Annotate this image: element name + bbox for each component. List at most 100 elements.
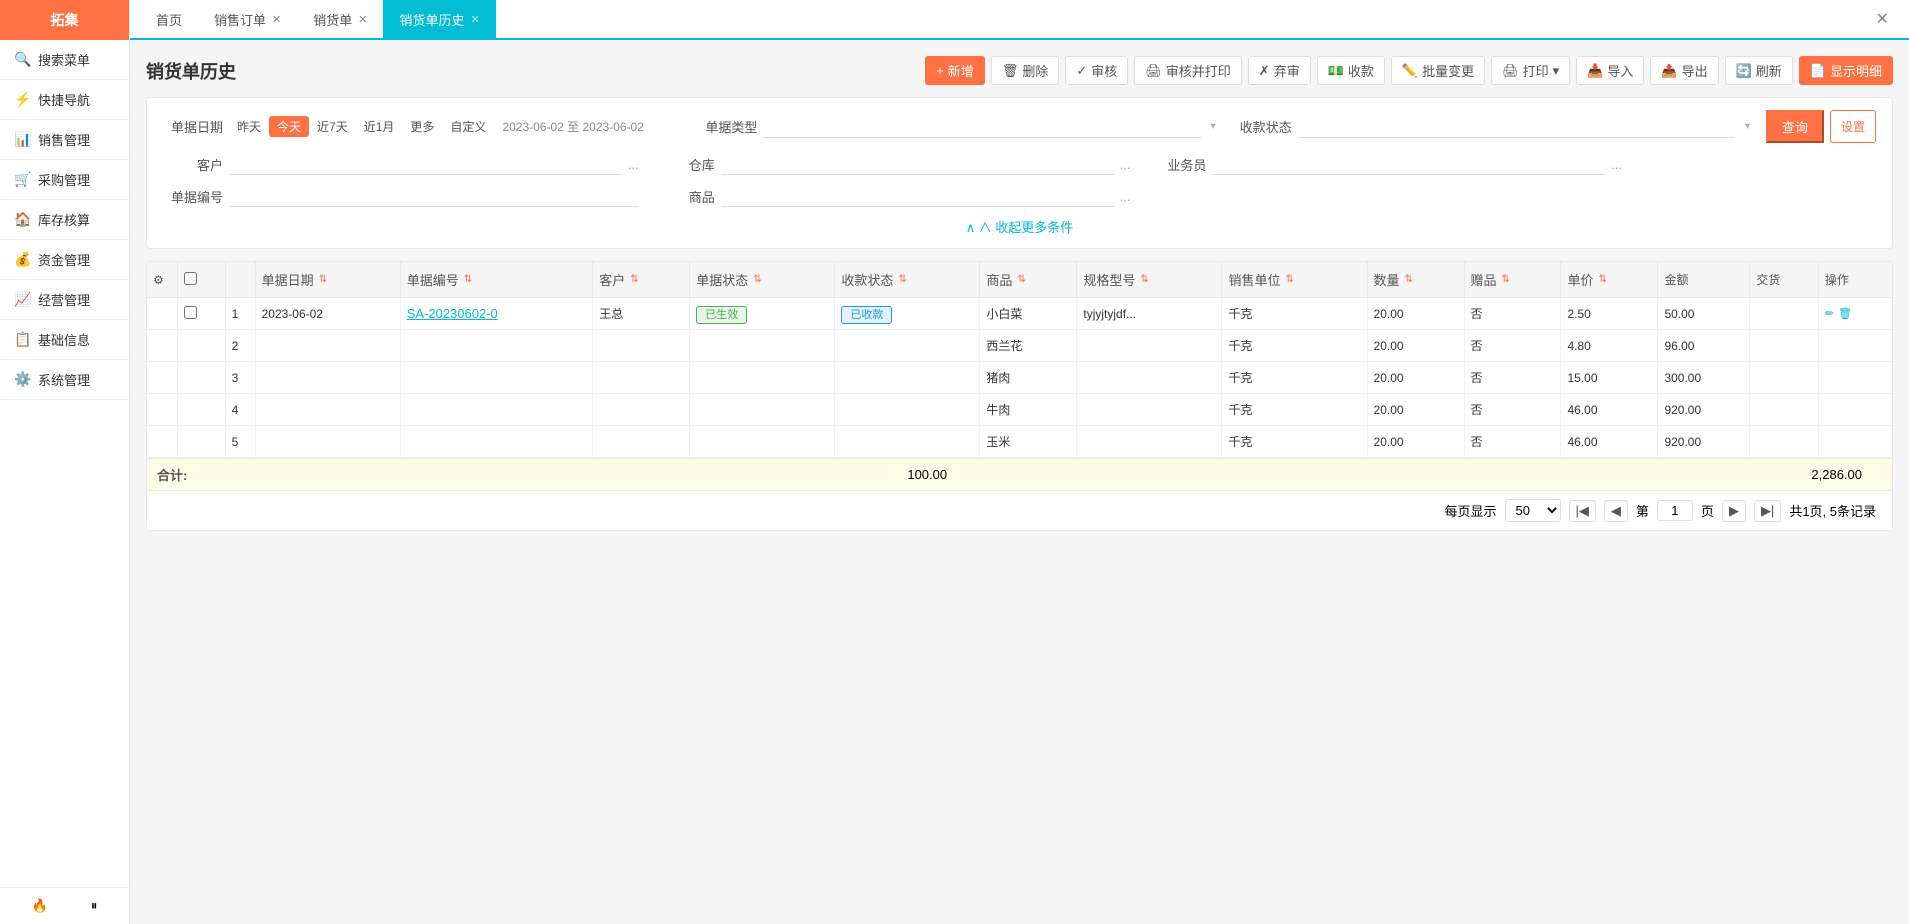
- show-detail-button[interactable]: 📄 显示明细: [1799, 56, 1893, 85]
- tab-home[interactable]: 首页: [140, 0, 198, 39]
- sidebar-item-quick-nav[interactable]: ⚡ 快捷导航: [0, 80, 129, 120]
- tab-sales-delivery-close[interactable]: ✕: [358, 13, 367, 26]
- customer-picker-icon[interactable]: ...: [628, 157, 639, 172]
- row-amount: 50.00: [1658, 298, 1750, 330]
- edit-row-button[interactable]: ✏: [1825, 307, 1834, 320]
- doc-no-link[interactable]: SA-20230602-0: [407, 306, 498, 321]
- audit-print-button[interactable]: 🖨 审核并打印: [1134, 56, 1242, 85]
- page-label-pre: 第: [1636, 501, 1649, 520]
- th-customer[interactable]: 客户⇅: [593, 262, 690, 298]
- import-button[interactable]: 📥 导入: [1576, 56, 1644, 85]
- customer-input[interactable]: [229, 153, 622, 175]
- pause-icon[interactable]: ⏸: [91, 898, 98, 914]
- row-collect-status: [835, 426, 980, 458]
- date-range-text: 2023-06-02 至 2023-06-02: [502, 118, 643, 135]
- row-qty: 20.00: [1367, 330, 1464, 362]
- doc-no-input[interactable]: [229, 185, 639, 207]
- footer-label: 合计:: [157, 465, 187, 484]
- warehouse-input[interactable]: [721, 153, 1114, 175]
- sidebar-item-inventory[interactable]: 🏠 库存核算: [0, 200, 129, 240]
- product-picker-icon[interactable]: ...: [1120, 189, 1131, 204]
- collapse-filter-button[interactable]: ∧ ∧ 收起更多条件: [163, 217, 1876, 236]
- page-prev-button[interactable]: ◀: [1604, 500, 1628, 522]
- date-btn-today[interactable]: 今天: [269, 116, 309, 137]
- tab-sales-history[interactable]: 销货单历史 ✕: [383, 0, 495, 39]
- date-btn-7days[interactable]: 近7天: [309, 116, 356, 137]
- collect-button[interactable]: 💵 收款: [1317, 56, 1385, 85]
- doc-type-input[interactable]: [763, 116, 1200, 138]
- product-input[interactable]: [721, 185, 1114, 207]
- query-button[interactable]: 查询: [1766, 110, 1824, 143]
- date-btn-1month[interactable]: 近1月: [356, 116, 403, 137]
- sidebar-item-system-mgmt[interactable]: ⚙️ 系统管理: [0, 360, 129, 400]
- filter-salesperson: 业务员 ...: [1146, 153, 1622, 175]
- sidebar-item-operations-mgmt[interactable]: 📈 经营管理: [0, 280, 129, 320]
- row-customer: [593, 394, 690, 426]
- new-button[interactable]: + 新增: [925, 56, 985, 85]
- page-first-button[interactable]: |◀: [1569, 500, 1596, 522]
- doc-type-dropdown-icon[interactable]: ▾: [1211, 121, 1216, 132]
- sidebar-item-sales-mgmt[interactable]: 📊 销售管理: [0, 120, 129, 160]
- sidebar: 拓集 🔍 搜索菜单 ⚡ 快捷导航 📊 销售管理 🛒 采购管理 🏠 库存核算 💰 …: [0, 0, 130, 924]
- sidebar-item-finance-mgmt[interactable]: 💰 资金管理: [0, 240, 129, 280]
- audit-button[interactable]: ✓ 审核: [1065, 56, 1128, 85]
- date-btn-more[interactable]: 更多: [402, 116, 442, 137]
- delete-button[interactable]: 🗑 删除: [991, 56, 1060, 85]
- close-all-tabs-button[interactable]: ✕: [1876, 9, 1889, 29]
- th-gear[interactable]: ⚙: [147, 262, 177, 298]
- th-doc-no[interactable]: 单据编号⇅: [400, 262, 593, 298]
- collect-status-input[interactable]: [1298, 116, 1735, 138]
- total-info: 共1页, 5条记录: [1789, 501, 1876, 520]
- import-icon: 📥: [1587, 63, 1603, 79]
- page-number-input[interactable]: [1657, 500, 1693, 521]
- th-collect-status[interactable]: 收款状态⇅: [835, 262, 980, 298]
- fire-icon[interactable]: 🔥: [32, 898, 48, 914]
- refresh-button[interactable]: 🔄 刷新: [1725, 56, 1793, 85]
- filter-collect-status: 收款状态 ▾: [1232, 116, 1750, 138]
- row-doc-no: [400, 362, 593, 394]
- th-qty[interactable]: 数量⇅: [1367, 262, 1464, 298]
- row-product: 西兰花: [980, 330, 1077, 362]
- salesperson-picker-icon[interactable]: ...: [1611, 157, 1622, 172]
- tab-sales-order[interactable]: 销售订单 ✕: [198, 0, 297, 39]
- date-btn-custom[interactable]: 自定义: [442, 116, 494, 137]
- page-size-select[interactable]: 50 100 200: [1505, 499, 1561, 522]
- th-doc-date[interactable]: 单据日期⇅: [255, 262, 400, 298]
- th-unit-price[interactable]: 单价⇅: [1561, 262, 1658, 298]
- row-customer: [593, 330, 690, 362]
- print-button[interactable]: 🖨 打印 ▾: [1491, 56, 1570, 85]
- th-unit[interactable]: 销售单位⇅: [1222, 262, 1367, 298]
- abandon-button[interactable]: ✗ 弃审: [1248, 56, 1311, 85]
- export-button[interactable]: 📤 导出: [1650, 56, 1718, 85]
- page-next-button[interactable]: ▶: [1722, 500, 1746, 522]
- table-row: 3 猪肉 千克 20.00 否 15.00 300.00: [147, 362, 1892, 394]
- date-btn-yesterday[interactable]: 昨天: [229, 116, 269, 137]
- th-amount: 金额: [1658, 262, 1750, 298]
- th-doc-status[interactable]: 单据状态⇅: [690, 262, 835, 298]
- sidebar-item-purchase-mgmt[interactable]: 🛒 采购管理: [0, 160, 129, 200]
- row-spec: [1077, 426, 1222, 458]
- row-spec: [1077, 362, 1222, 394]
- collect-status-dropdown-icon[interactable]: ▾: [1745, 121, 1750, 132]
- salesperson-input[interactable]: [1212, 153, 1605, 175]
- settings-button[interactable]: 设置: [1830, 110, 1876, 143]
- sidebar-item-basic-info[interactable]: 📋 基础信息: [0, 320, 129, 360]
- tab-sales-order-close[interactable]: ✕: [272, 13, 281, 26]
- batch-change-button[interactable]: ✏️ 批量变更: [1391, 56, 1485, 85]
- refresh-icon: 🔄: [1736, 63, 1752, 79]
- tab-sales-history-close[interactable]: ✕: [471, 13, 480, 26]
- unit-price-sort-icon: ⇅: [1598, 274, 1606, 285]
- table-row: 1 2023-06-02 SA-20230602-0 王总 已生效 已收款 小白…: [147, 298, 1892, 330]
- th-product[interactable]: 商品⇅: [980, 262, 1077, 298]
- page-last-button[interactable]: ▶|: [1754, 500, 1781, 522]
- tab-sales-delivery[interactable]: 销货单 ✕: [297, 0, 383, 39]
- select-all-checkbox[interactable]: [184, 272, 197, 285]
- row-doc-no: [400, 330, 593, 362]
- sidebar-item-search-menu[interactable]: 🔍 搜索菜单: [0, 40, 129, 80]
- page-title: 销货单历史: [146, 58, 236, 84]
- delete-row-button[interactable]: 🗑: [1838, 307, 1852, 320]
- row-checkbox[interactable]: [177, 298, 225, 330]
- th-spec[interactable]: 规格型号⇅: [1077, 262, 1222, 298]
- th-gift[interactable]: 赠品⇅: [1464, 262, 1561, 298]
- warehouse-picker-icon[interactable]: ...: [1120, 157, 1131, 172]
